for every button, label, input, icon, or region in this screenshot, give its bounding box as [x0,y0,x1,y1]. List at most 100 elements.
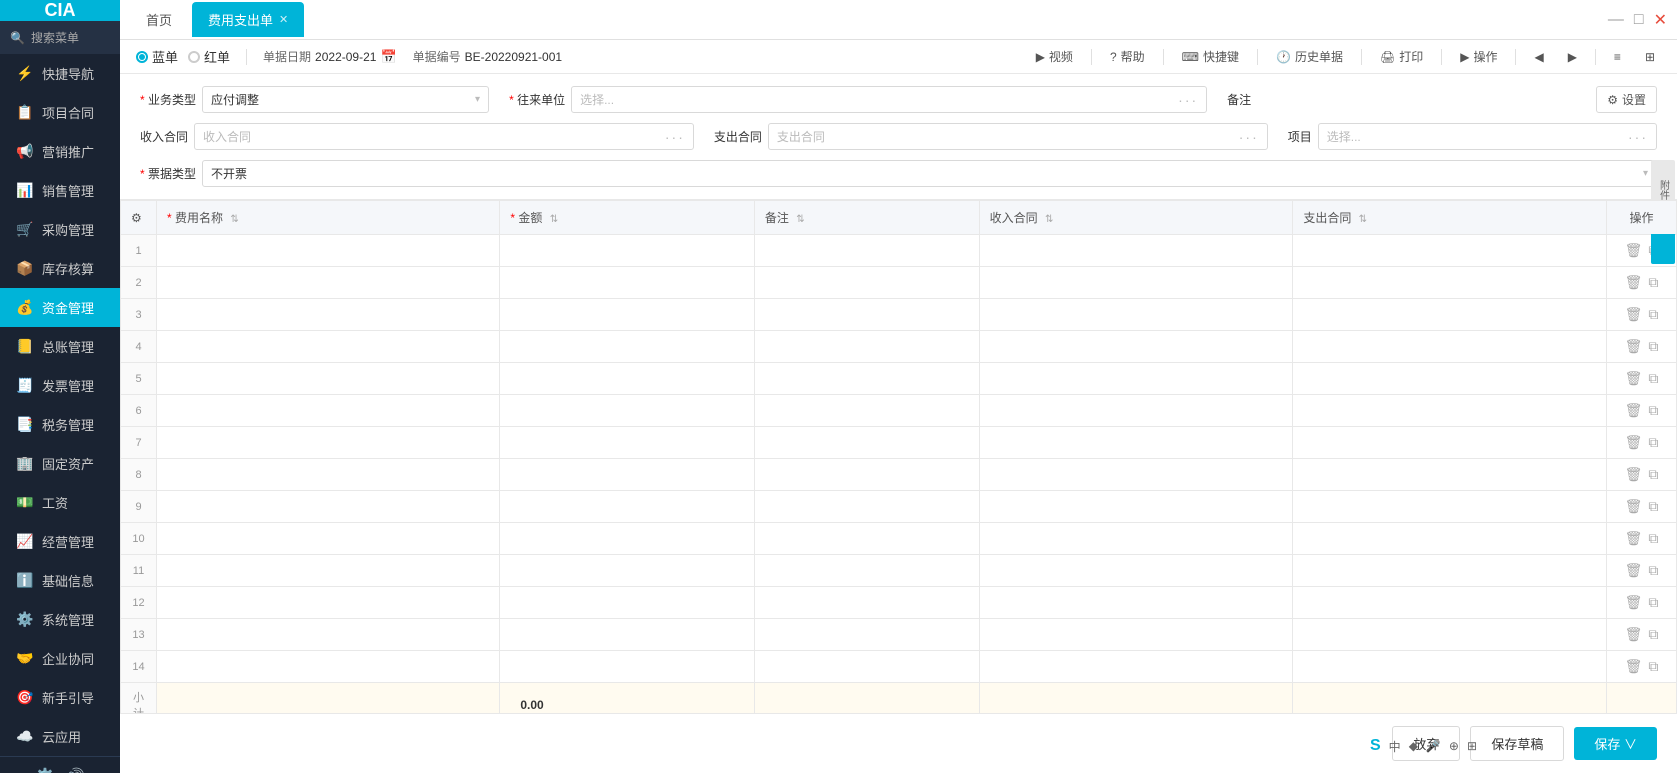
income-contract-cell[interactable] [979,331,1293,363]
amount-cell[interactable] [500,651,755,683]
help-button[interactable]: ? 帮助 [1104,46,1151,67]
delete-icon[interactable]: 🗑 [1625,466,1643,483]
remark-cell[interactable] [754,651,979,683]
copy-icon[interactable]: ⧉ [1648,466,1658,483]
amount-cell[interactable] [500,491,755,523]
income-contract-cell[interactable] [979,363,1293,395]
expense-name-cell[interactable] [157,395,500,427]
expense-name-cell[interactable] [157,587,500,619]
setting-button[interactable]: ⚙ 设置 [1596,86,1657,113]
sidebar-search[interactable]: 🔍 搜索菜单 [0,21,120,54]
counterpart-input[interactable]: 选择... ··· [571,86,1207,113]
income-contract-cell[interactable] [979,491,1293,523]
income-contract-cell[interactable] [979,459,1293,491]
copy-icon[interactable]: ⧉ [1648,306,1658,323]
expense-contract-cell[interactable] [1293,619,1607,651]
expense-contract-cell[interactable] [1293,427,1607,459]
close-button[interactable]: ✕ [1654,10,1667,30]
remark-cell[interactable] [754,587,979,619]
delete-icon[interactable]: 🗑 [1625,274,1643,291]
expense-contract-cell[interactable] [1293,395,1607,427]
expense-name-cell[interactable] [157,427,500,459]
save-button[interactable]: 保存 ∨ [1574,727,1657,760]
sidebar-item-sales[interactable]: 📊 销售管理 [0,171,120,210]
expense-name-cell[interactable] [157,299,500,331]
volume-icon[interactable]: 🔊 [65,767,85,773]
copy-icon[interactable]: ⧉ [1648,370,1658,387]
business-type-input[interactable]: 应付调整 ▾ [202,86,489,113]
radio-blue[interactable]: 蓝单 [136,47,178,66]
amount-cell[interactable] [500,619,755,651]
expense-name-cell[interactable] [157,619,500,651]
expense-name-cell[interactable] [157,523,500,555]
remark-cell[interactable] [754,523,979,555]
delete-icon[interactable]: 🗑 [1625,242,1643,259]
list-view-button[interactable]: ≡ [1608,48,1627,66]
expense-name-cell[interactable] [157,555,500,587]
copy-icon[interactable]: ⧉ [1648,338,1658,355]
amount-cell[interactable] [500,299,755,331]
income-contract-input[interactable]: 收入合同 ··· [194,123,694,150]
video-button[interactable]: ▶ 视频 [1030,46,1079,67]
history-button[interactable]: 🕐 历史单据 [1270,46,1349,67]
sidebar-item-fixed-assets[interactable]: 🏢 固定资产 [0,444,120,483]
amount-cell[interactable] [500,267,755,299]
sidebar-item-capital[interactable]: 💰 资金管理 [0,288,120,327]
expense-name-cell[interactable] [157,651,500,683]
sort-icon4[interactable]: ⇅ [1045,214,1053,225]
sidebar-item-guide[interactable]: 🎯 新手引导 [0,678,120,717]
expense-contract-cell[interactable] [1293,235,1607,267]
expense-contract-cell[interactable] [1293,523,1607,555]
delete-icon[interactable]: 🗑 [1625,658,1643,675]
tab-home[interactable]: 首页 [130,2,188,37]
delete-icon[interactable]: 🗑 [1625,562,1643,579]
sidebar-item-enterprise[interactable]: 🤝 企业协同 [0,639,120,678]
amount-cell[interactable] [500,459,755,491]
copy-icon[interactable]: ⧉ [1648,594,1658,611]
sidebar-item-inventory[interactable]: 📦 库存核算 [0,249,120,288]
copy-icon[interactable]: ⧉ [1648,434,1658,451]
copy-icon[interactable]: ⧉ [1648,658,1658,675]
invoice-type-input[interactable]: 不开票 ▾ [202,160,1657,187]
expense-name-cell[interactable] [157,459,500,491]
remark-cell[interactable] [754,555,979,587]
copy-icon[interactable]: ⧉ [1648,274,1658,291]
income-contract-cell[interactable] [979,619,1293,651]
expense-name-cell[interactable] [157,331,500,363]
amount-cell[interactable] [500,523,755,555]
action-button[interactable]: ▶ 操作 [1454,46,1503,67]
remark-cell[interactable] [754,363,979,395]
delete-icon[interactable]: 🗑 [1625,338,1643,355]
delete-icon[interactable]: 🗑 [1625,306,1643,323]
sidebar-item-ops[interactable]: 📈 经营管理 [0,522,120,561]
copy-icon[interactable]: ⧉ [1648,402,1658,419]
draft-button[interactable]: 保存草稿 [1470,726,1564,761]
remark-cell[interactable] [754,267,979,299]
sidebar-item-marketing[interactable]: 📢 营销推广 [0,132,120,171]
expense-contract-cell[interactable] [1293,363,1607,395]
delete-icon[interactable]: 🗑 [1625,594,1643,611]
expense-contract-cell[interactable] [1293,459,1607,491]
shortcut-button[interactable]: ⌨ 快捷键 [1176,46,1245,67]
expense-contract-cell[interactable] [1293,299,1607,331]
nav-prev-button[interactable]: ◀ [1528,48,1549,66]
sort-icon[interactable]: ⇅ [230,214,238,225]
calendar-icon[interactable]: 📅 [380,49,396,65]
remark-cell[interactable] [754,491,979,523]
remark-cell[interactable] [754,459,979,491]
income-contract-cell[interactable] [979,235,1293,267]
sidebar-item-salary[interactable]: 💵 工资 [0,483,120,522]
expense-contract-cell[interactable] [1293,331,1607,363]
delete-icon[interactable]: 🗑 [1625,402,1643,419]
sidebar-item-system[interactable]: ⚙️ 系统管理 [0,600,120,639]
delete-icon[interactable]: 🗑 [1625,498,1643,515]
minimize-button[interactable]: — [1608,11,1624,29]
amount-cell[interactable] [500,555,755,587]
copy-icon[interactable]: ⧉ [1648,562,1658,579]
copy-icon[interactable]: ⧉ [1648,498,1658,515]
sidebar-item-quick-nav[interactable]: ⚡ 快捷导航 [0,54,120,93]
expense-name-cell[interactable] [157,235,500,267]
amount-cell[interactable] [500,395,755,427]
income-contract-cell[interactable] [979,651,1293,683]
amount-cell[interactable] [500,587,755,619]
